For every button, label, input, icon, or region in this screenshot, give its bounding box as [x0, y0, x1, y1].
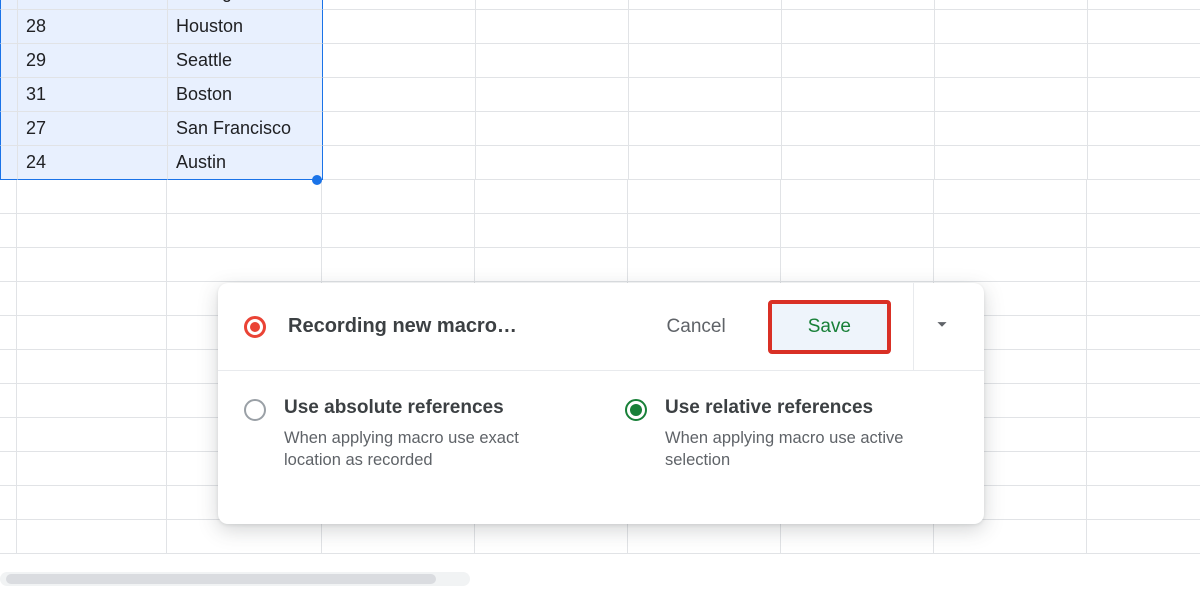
cell[interactable]: Austin: [168, 146, 323, 180]
save-button[interactable]: Save: [768, 300, 891, 354]
divider: [913, 283, 914, 371]
selection-handle[interactable]: [312, 175, 322, 185]
option-relative-references[interactable]: Use relative references When applying ma…: [625, 397, 958, 472]
cell[interactable]: 31: [18, 78, 168, 112]
cell[interactable]: 28: [18, 10, 168, 44]
cell[interactable]: 27: [18, 112, 168, 146]
scrollbar-thumb[interactable]: [6, 574, 436, 584]
cell[interactable]: Boston: [168, 78, 323, 112]
cell[interactable]: Seattle: [168, 44, 323, 78]
table-row[interactable]: 28 Houston: [0, 10, 1200, 44]
table-row[interactable]: 24 Austin: [0, 146, 1200, 180]
cell[interactable]: Chicago: [168, 0, 323, 10]
cell[interactable]: Houston: [168, 10, 323, 44]
cell[interactable]: 24: [18, 146, 168, 180]
cell[interactable]: 22: [18, 0, 168, 10]
radio-unchecked-icon: [244, 399, 266, 421]
table-row[interactable]: 27 San Francisco: [0, 112, 1200, 146]
table-row[interactable]: 31 Boston: [0, 78, 1200, 112]
table-row[interactable]: 29 Seattle: [0, 44, 1200, 78]
option-label: Use absolute references: [284, 397, 564, 419]
radio-checked-icon: [625, 399, 647, 421]
cell[interactable]: San Francisco: [168, 112, 323, 146]
record-icon: [244, 316, 266, 338]
option-label: Use relative references: [665, 397, 945, 419]
table-row[interactable]: 22 Chicago: [0, 0, 1200, 10]
macro-panel-title: Recording new macro…: [288, 315, 643, 338]
chevron-down-icon: [931, 313, 953, 340]
option-description: When applying macro use active selection: [665, 427, 945, 472]
cell[interactable]: 29: [18, 44, 168, 78]
option-description: When applying macro use exact location a…: [284, 427, 564, 472]
collapse-toggle[interactable]: [920, 305, 964, 349]
horizontal-scrollbar[interactable]: [0, 572, 470, 586]
macro-recorder-panel: Recording new macro… Cancel Save Use abs…: [218, 283, 984, 524]
option-absolute-references[interactable]: Use absolute references When applying ma…: [244, 397, 577, 472]
cancel-button[interactable]: Cancel: [643, 304, 750, 350]
